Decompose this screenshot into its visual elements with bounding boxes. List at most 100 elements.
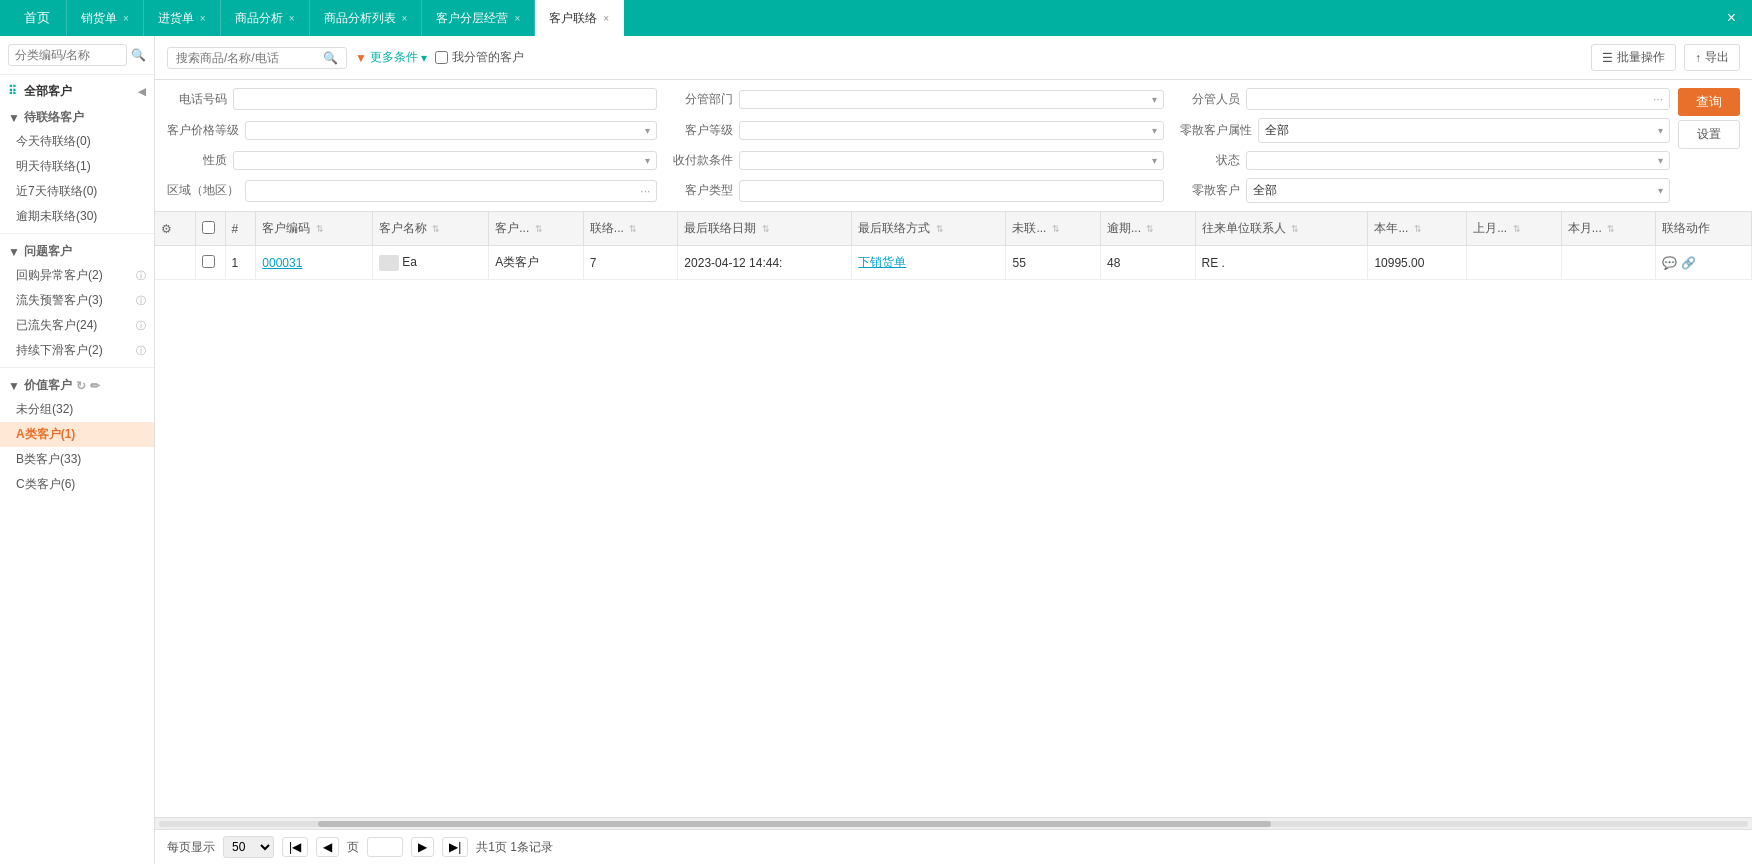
filter-payment-select[interactable]: ▾ <box>739 151 1163 170</box>
sidebar-search-icon[interactable]: 🔍 <box>131 48 146 62</box>
filter-level-select[interactable]: ▾ <box>739 121 1163 140</box>
action-link-icon[interactable]: 🔗 <box>1681 256 1696 270</box>
batch-operation-button[interactable]: ☰ 批量操作 <box>1591 44 1676 71</box>
filter-region-label: 区域（地区） <box>167 182 239 199</box>
filter-type-input[interactable] <box>739 180 1163 202</box>
filter-row-1: 电话号码 分管部门 ▾ 分管人员 <box>167 88 1670 110</box>
nav-customer-segment[interactable]: 客户分层经营 × <box>422 0 535 36</box>
content-area: 🔍 ▼ 更多条件 ▾ 我分管的客户 ☰ 批量操作 ↑ 导出 <box>155 36 1752 864</box>
sidebar-item-warning[interactable]: 流失预警客户(3) ⓘ <box>0 288 154 313</box>
filter-price-select[interactable]: ▾ <box>245 121 657 140</box>
col-last-date: 最后联络日期 ⇅ <box>678 212 852 246</box>
row-checkbox[interactable] <box>195 246 225 280</box>
problem-customer-label: 问题客户 <box>24 243 72 260</box>
sort-icon: ⇅ <box>316 224 324 234</box>
filter-nature-select[interactable]: ▾ <box>233 151 657 170</box>
next-page-button[interactable]: ▶ <box>411 837 434 857</box>
my-customers-checkbox[interactable]: 我分管的客户 <box>435 49 524 66</box>
row-contact: 7 <box>583 246 678 280</box>
sidebar-item-class-c[interactable]: C类客户(6) <box>0 472 154 497</box>
close-tab-icon[interactable]: × <box>289 13 295 24</box>
horizontal-scrollbar[interactable] <box>155 817 1752 829</box>
problem-customer-group[interactable]: ▼ 问题客户 <box>0 238 154 263</box>
sidebar-item-abnormal[interactable]: 回购异常客户(2) ⓘ <box>0 263 154 288</box>
filter-retail-attr-select[interactable]: 全部 ▾ <box>1258 118 1670 143</box>
filter-phone: 电话号码 <box>167 88 657 110</box>
dots-icon[interactable]: ··· <box>1653 92 1663 106</box>
filter-retail-label: 零散客户 <box>1180 182 1240 199</box>
col-overdue: 逾期... ⇅ <box>1101 212 1196 246</box>
action-chat-icon[interactable]: 💬 <box>1662 256 1677 270</box>
nav-home[interactable]: 首页 <box>8 0 67 36</box>
more-filters-button[interactable]: ▼ 更多条件 ▾ <box>355 49 427 66</box>
arrow-icon: ▼ <box>8 111 20 125</box>
page-label: 页 <box>347 839 359 856</box>
table-settings-icon[interactable]: ⚙ <box>161 222 172 236</box>
filter-dept-select[interactable]: ▾ <box>739 90 1163 109</box>
query-button[interactable]: 查询 <box>1678 88 1740 116</box>
chevron-down-icon: ▾ <box>421 51 427 65</box>
filter-person-label: 分管人员 <box>1180 91 1240 108</box>
close-tab-icon[interactable]: × <box>123 13 129 24</box>
row-code[interactable]: 000031 <box>256 246 372 280</box>
sidebar: 🔍 ⠿ 全部客户 ◀ ▼ 待联络客户 今天待联络(0) 明天待联络(1) 近7天… <box>0 36 155 864</box>
row-select-checkbox[interactable] <box>202 255 215 268</box>
nav-sales-order[interactable]: 销货单 × <box>67 0 144 36</box>
close-tab-icon[interactable]: × <box>200 13 206 24</box>
my-customers-check[interactable] <box>435 51 448 64</box>
all-customers-header[interactable]: ⠿ 全部客户 ◀ <box>0 75 154 104</box>
pending-contact-group[interactable]: ▼ 待联络客户 <box>0 104 154 129</box>
main-search-icon[interactable]: 🔍 <box>323 51 338 65</box>
last-page-button[interactable]: ▶| <box>442 837 468 857</box>
col-no-contact: 未联... ⇅ <box>1006 212 1101 246</box>
value-customer-group[interactable]: ▼ 价值客户 ↻ ✏ <box>0 372 154 397</box>
chevron-icon: ▾ <box>645 155 650 166</box>
filter-status-select[interactable]: ▾ <box>1246 151 1670 170</box>
first-page-button[interactable]: |◀ <box>282 837 308 857</box>
col-last-month: 上月... ⇅ <box>1467 212 1562 246</box>
nav-purchase-order[interactable]: 进货单 × <box>144 0 221 36</box>
dots-icon[interactable]: ··· <box>640 184 650 198</box>
main-search-input[interactable] <box>176 51 323 65</box>
refresh-icon[interactable]: ↻ <box>76 379 86 393</box>
sidebar-item-tomorrow[interactable]: 明天待联络(1) <box>0 154 154 179</box>
nav-product-analysis-list[interactable]: 商品分析列表 × <box>310 0 423 36</box>
filter-dept: 分管部门 ▾ <box>673 90 1163 109</box>
filter-phone-input[interactable] <box>233 88 657 110</box>
filter-person: 分管人员 ··· <box>1180 88 1670 110</box>
sidebar-item-class-a[interactable]: A类客户(1) <box>0 422 154 447</box>
close-tab-icon[interactable]: × <box>514 13 520 24</box>
col-name: 客户名称 ⇅ <box>372 212 488 246</box>
scrollbar-thumb[interactable] <box>318 821 1271 827</box>
nav-product-analysis[interactable]: 商品分析 × <box>221 0 310 36</box>
prev-page-button[interactable]: ◀ <box>316 837 339 857</box>
filter-person-input[interactable]: ··· <box>1246 88 1670 110</box>
sidebar-item-lost[interactable]: 已流失客户(24) ⓘ <box>0 313 154 338</box>
col-last-method: 最后联络方式 ⇅ <box>852 212 1006 246</box>
sidebar-item-declining[interactable]: 持续下滑客户(2) ⓘ <box>0 338 154 363</box>
filter-region-input[interactable]: ··· <box>245 180 657 202</box>
sidebar-item-class-b[interactable]: B类客户(33) <box>0 447 154 472</box>
close-tab-icon[interactable]: × <box>603 13 609 24</box>
per-page-select[interactable]: 50 100 200 <box>223 836 274 858</box>
chevron-icon: ▾ <box>645 125 650 136</box>
filter-dept-label: 分管部门 <box>673 91 733 108</box>
sidebar-search-input[interactable] <box>8 44 127 66</box>
select-all-checkbox[interactable] <box>202 221 215 234</box>
sidebar-item-7days[interactable]: 近7天待联络(0) <box>0 179 154 204</box>
sidebar-item-overdue[interactable]: 逾期未联络(30) <box>0 204 154 229</box>
sidebar-item-today[interactable]: 今天待联络(0) <box>0 129 154 154</box>
table-header-row: ⚙ # 客户编码 ⇅ 客户名称 ⇅ <box>155 212 1752 246</box>
close-tab-icon[interactable]: × <box>402 13 408 24</box>
row-no-contact: 55 <box>1006 246 1101 280</box>
close-all-tabs-button[interactable]: × <box>1719 9 1744 27</box>
row-last-method[interactable]: 下销货单 <box>852 246 1006 280</box>
edit-icon[interactable]: ✏ <box>90 379 100 393</box>
sidebar-item-unclassified[interactable]: 未分组(32) <box>0 397 154 422</box>
sort-icon: ⇅ <box>1146 224 1154 234</box>
export-button[interactable]: ↑ 导出 <box>1684 44 1740 71</box>
filter-retail-select[interactable]: 全部 ▾ <box>1246 178 1670 203</box>
setting-button[interactable]: 设置 <box>1678 120 1740 149</box>
nav-customer-contact[interactable]: 客户联络 × <box>535 0 624 36</box>
page-number-input[interactable]: 1 <box>367 837 403 857</box>
